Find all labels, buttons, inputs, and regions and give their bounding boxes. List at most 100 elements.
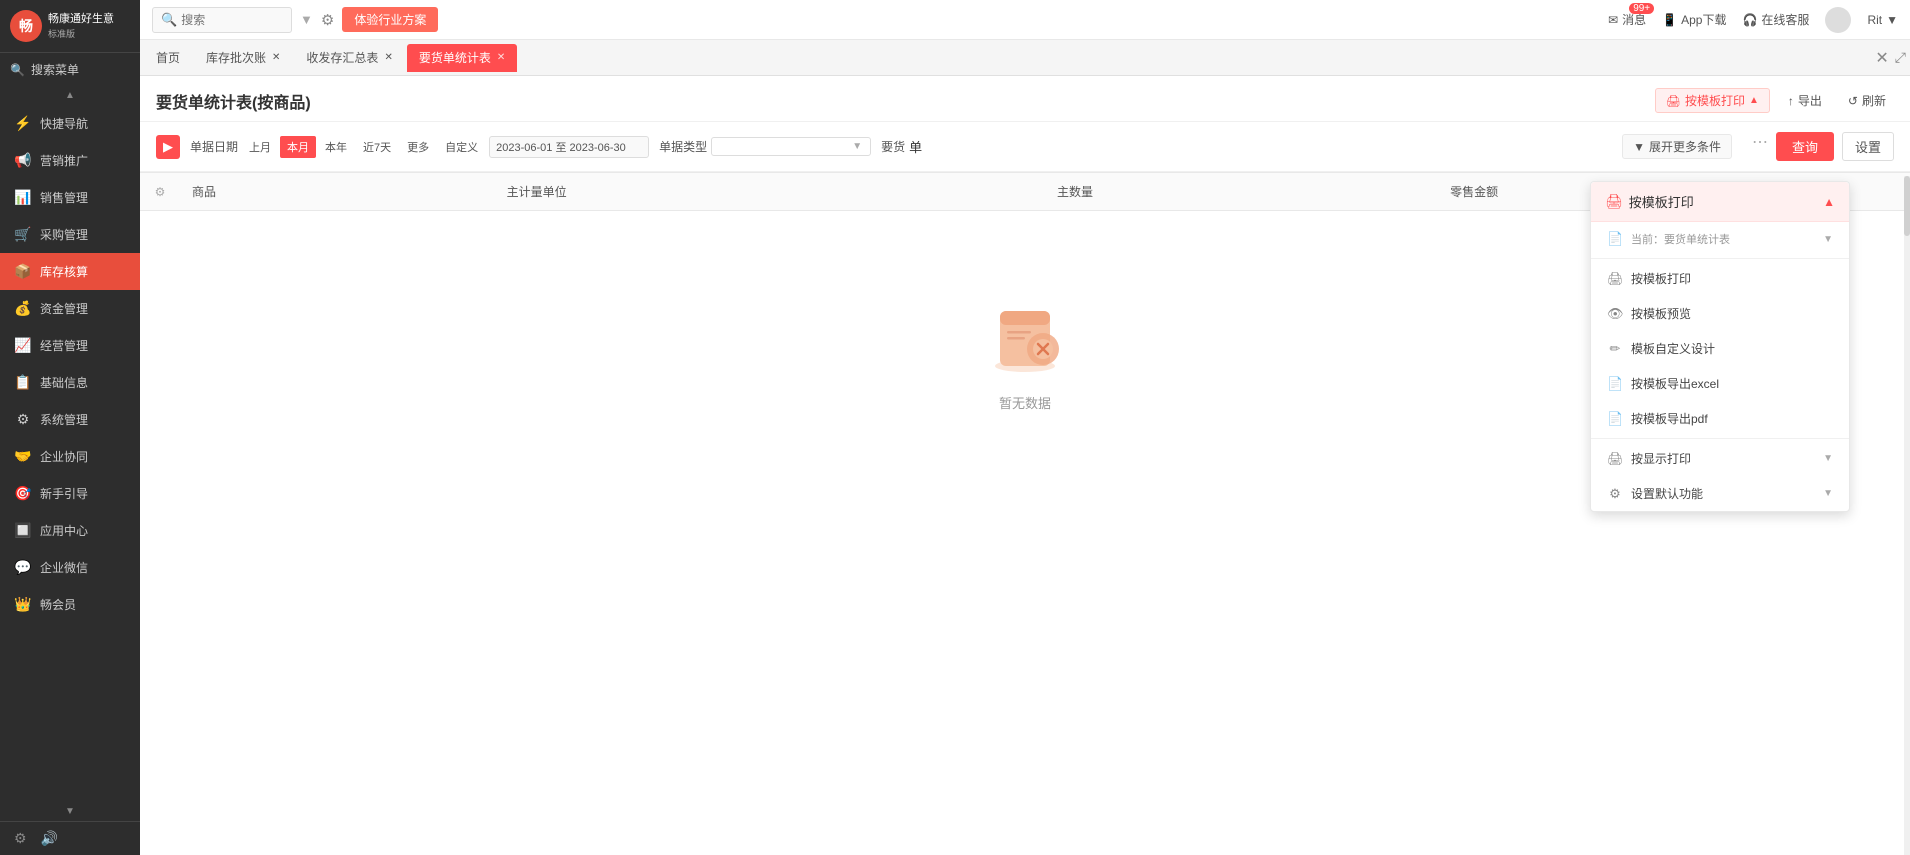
topbar-search-icon: 🔍 bbox=[161, 12, 177, 28]
dropdown-template-print[interactable]: 🖨 按模板打印 bbox=[1591, 261, 1849, 296]
sidebar-search[interactable]: 🔍 搜索菜单 bbox=[0, 53, 140, 86]
user-avatar-action[interactable] bbox=[1825, 7, 1851, 33]
template-preview-icon: 👁 bbox=[1607, 306, 1623, 322]
sidebar-item-member[interactable]: 👑 畅会员 bbox=[0, 586, 140, 623]
tab-collection-close[interactable]: ✕ bbox=[384, 52, 392, 63]
query-button[interactable]: 查询 bbox=[1776, 132, 1834, 161]
online-service-action[interactable]: 🎧 在线客服 bbox=[1742, 11, 1809, 28]
type-filter-group: 单据类型 ▼ bbox=[659, 137, 871, 156]
dropdown-template-design[interactable]: ✏ 模板自定义设计 bbox=[1591, 331, 1849, 366]
sidebar-item-label: 销售管理 bbox=[40, 189, 88, 206]
template-print-label: 按模板打印 bbox=[1631, 270, 1691, 287]
sales-icon: 📊 bbox=[14, 189, 32, 206]
sidebar-item-enterprise[interactable]: 🤝 企业协同 bbox=[0, 438, 140, 475]
tab-close-all-icon[interactable]: ✕ bbox=[1875, 48, 1888, 68]
messages-badge: 99+ bbox=[1629, 3, 1654, 14]
dropdown-collapse-icon[interactable]: ▲ bbox=[1823, 195, 1835, 209]
tab-collection-label: 收发存汇总表 bbox=[306, 49, 378, 66]
topbar-settings-icon[interactable]: ⚙ bbox=[321, 11, 334, 29]
export-icon: ↑ bbox=[1788, 94, 1794, 108]
sound-icon[interactable]: 🔊 bbox=[41, 830, 58, 847]
column-settings[interactable]: ⚙ bbox=[140, 173, 180, 211]
sidebar-item-label: 新手引导 bbox=[40, 485, 88, 502]
sidebar-item-quick-nav[interactable]: ⚡ 快捷导航 bbox=[0, 105, 140, 142]
current-template-icon: 📄 bbox=[1607, 231, 1623, 247]
sidebar-item-label: 营销推广 bbox=[40, 152, 88, 169]
sidebar-item-operation[interactable]: 📈 经营管理 bbox=[0, 327, 140, 364]
marketing-icon: 📢 bbox=[14, 152, 32, 169]
date-btn-7days[interactable]: 近7天 bbox=[356, 136, 398, 158]
date-btn-this-year[interactable]: 本年 bbox=[318, 136, 354, 158]
topbar-search-input[interactable] bbox=[181, 13, 281, 27]
messages-action[interactable]: ✉ 消息 99+ bbox=[1608, 11, 1646, 28]
column-settings-icon[interactable]: ⚙ bbox=[155, 185, 166, 199]
date-btn-custom[interactable]: 自定义 bbox=[438, 136, 485, 158]
sidebar-item-basic[interactable]: 📋 基础信息 bbox=[0, 364, 140, 401]
dropdown-arrow-icon[interactable]: ▼ bbox=[300, 12, 313, 27]
settings-button[interactable]: 设置 bbox=[1842, 132, 1894, 161]
tab-order-stat[interactable]: 要货单统计表 ✕ bbox=[407, 44, 517, 72]
sidebar-item-guide[interactable]: 🎯 新手引导 bbox=[0, 475, 140, 512]
sidebar-item-label: 资金管理 bbox=[40, 300, 88, 317]
refresh-button[interactable]: ↺ 刷新 bbox=[1840, 89, 1894, 112]
app-download-label: App下载 bbox=[1681, 11, 1726, 28]
tab-maximize-icon[interactable]: ⤢ bbox=[1895, 49, 1906, 66]
scroll-down-btn[interactable]: ▼ bbox=[0, 802, 140, 821]
user-name-action[interactable]: Rit ▼ bbox=[1867, 13, 1898, 27]
template-design-icon: ✏ bbox=[1607, 341, 1623, 357]
sidebar-item-wechat[interactable]: 💬 企业微信 bbox=[0, 549, 140, 586]
print-template-button[interactable]: 🖨 按模板打印 ▲ bbox=[1655, 88, 1770, 113]
date-btn-more[interactable]: 更多 bbox=[400, 136, 436, 158]
sidebar-item-sales[interactable]: 📊 销售管理 bbox=[0, 179, 140, 216]
expand-more-label: 展开更多条件 bbox=[1649, 138, 1721, 155]
sidebar-nav: ⚡ 快捷导航 📢 营销推广 📊 销售管理 🛒 采购管理 📦 库存核算 💰 资金管… bbox=[0, 105, 140, 802]
page-content: 要货单统计表(按商品) 🖨 按模板打印 ▲ ↑ 导出 ↺ 刷新 ▶ bbox=[140, 76, 1910, 855]
sidebar-item-marketing[interactable]: 📢 营销推广 bbox=[0, 142, 140, 179]
sidebar-item-label: 基础信息 bbox=[40, 374, 88, 391]
export-button[interactable]: ↑ 导出 bbox=[1780, 89, 1830, 112]
sidebar-item-purchase[interactable]: 🛒 采购管理 bbox=[0, 216, 140, 253]
date-range-display[interactable]: 2023-06-01 至 2023-06-30 bbox=[489, 136, 649, 158]
system-icon: ⚙ bbox=[14, 411, 32, 428]
sidebar-item-inventory[interactable]: 📦 库存核算 bbox=[0, 253, 140, 290]
scroll-up-btn[interactable]: ▲ bbox=[0, 86, 140, 105]
dropdown-default-func[interactable]: ⚙ 设置默认功能 ▼ bbox=[1591, 476, 1849, 511]
sidebar-item-label: 快捷导航 bbox=[40, 115, 88, 132]
display-print-icon: 🖨 bbox=[1607, 451, 1623, 467]
sidebar-logo: 畅 畅康通好生意 标准版 bbox=[0, 0, 140, 53]
topbar-search-box[interactable]: 🔍 bbox=[152, 7, 292, 33]
tab-order-stat-close[interactable]: ✕ bbox=[497, 52, 505, 63]
default-func-icon: ⚙ bbox=[1607, 486, 1623, 502]
type-filter-select[interactable]: ▼ bbox=[711, 137, 871, 156]
app-download-action[interactable]: 📱 App下载 bbox=[1662, 11, 1726, 28]
tab-collection[interactable]: 收发存汇总表 ✕ bbox=[294, 44, 404, 72]
dropdown-display-print[interactable]: 🖨 按显示打印 ▼ bbox=[1591, 441, 1849, 476]
dropdown-template-excel[interactable]: 📄 按模板导出excel bbox=[1591, 366, 1849, 401]
tab-batch-close[interactable]: ✕ bbox=[272, 52, 280, 63]
date-btn-last-month[interactable]: 上月 bbox=[242, 136, 278, 158]
date-filter-group: 单据日期 上月 本月 本年 近7天 更多 自定义 2023-06-01 至 20… bbox=[190, 136, 649, 158]
sidebar-item-apps[interactable]: 🔲 应用中心 bbox=[0, 512, 140, 549]
expand-more-button[interactable]: ▼ 展开更多条件 bbox=[1622, 134, 1732, 159]
finance-icon: 💰 bbox=[14, 300, 32, 317]
trial-industry-button[interactable]: 体验行业方案 bbox=[342, 7, 438, 32]
dropdown-template-pdf[interactable]: 📄 按模板导出pdf bbox=[1591, 401, 1849, 436]
dropdown-current-template[interactable]: 📄 当前：要货单统计表 ▼ bbox=[1591, 222, 1849, 256]
dropdown-template-preview[interactable]: 👁 按模板预览 bbox=[1591, 296, 1849, 331]
tab-batch[interactable]: 库存批次账 ✕ bbox=[194, 44, 292, 72]
filter-expand-icon[interactable]: ▶ bbox=[156, 135, 180, 159]
basic-icon: 📋 bbox=[14, 374, 32, 391]
tab-home[interactable]: 首页 bbox=[144, 44, 192, 72]
date-btn-this-month[interactable]: 本月 bbox=[280, 136, 316, 158]
sidebar-item-label: 畅会员 bbox=[40, 596, 76, 613]
app-name: 畅康通好生意 bbox=[48, 12, 114, 26]
dropdown-title: 🖨 按模板打印 bbox=[1605, 192, 1694, 211]
settings-bottom-icon[interactable]: ⚙ bbox=[14, 830, 27, 847]
right-scrollbar[interactable] bbox=[1904, 176, 1910, 855]
sidebar-item-finance[interactable]: 💰 资金管理 bbox=[0, 290, 140, 327]
sidebar-item-system[interactable]: ⚙ 系统管理 bbox=[0, 401, 140, 438]
messages-icon: ✉ bbox=[1608, 13, 1618, 27]
more-options-icon[interactable]: ⋯ bbox=[1752, 132, 1768, 161]
filter-bar: ▶ 单据日期 上月 本月 本年 近7天 更多 自定义 2023-06-01 至 … bbox=[140, 122, 1910, 172]
sidebar-item-label: 企业微信 bbox=[40, 559, 88, 576]
